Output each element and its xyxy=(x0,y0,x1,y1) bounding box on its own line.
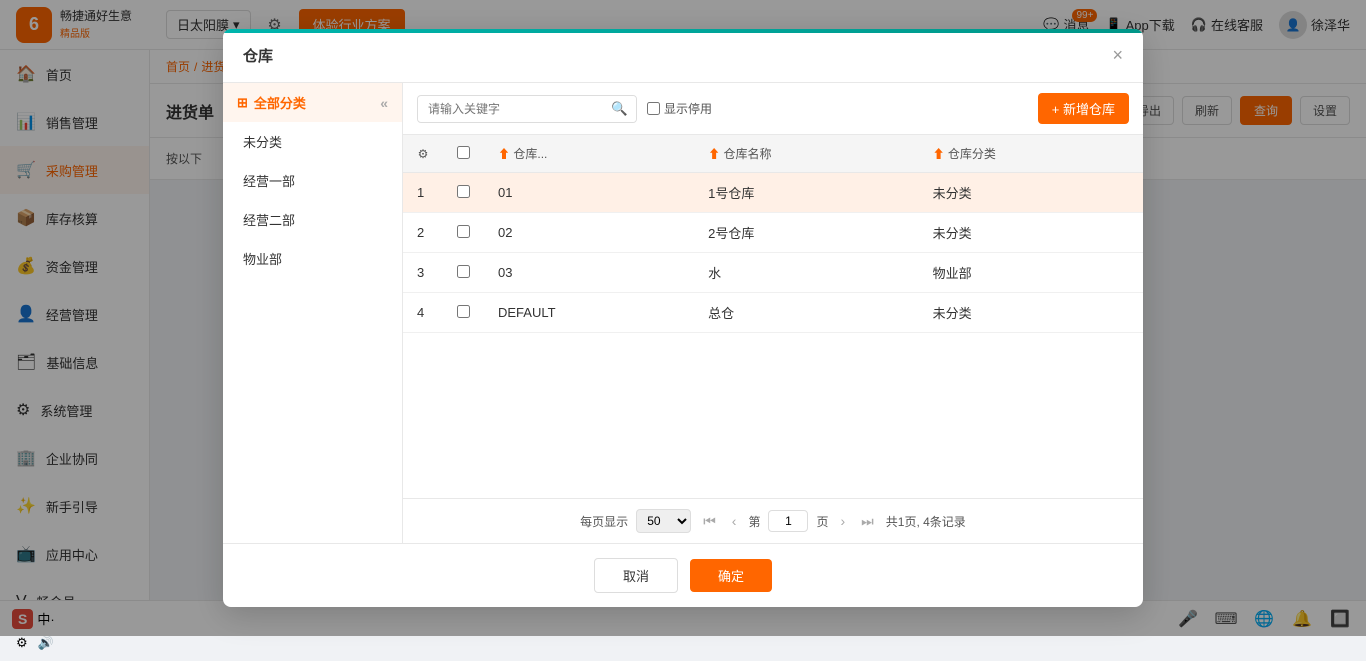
category-item-property[interactable]: 物业部 xyxy=(223,239,402,278)
search-input[interactable] xyxy=(418,97,603,121)
next-page-btn[interactable]: › xyxy=(837,511,850,531)
row-category: 未分类 xyxy=(919,173,1143,213)
th-code: ⬆ 仓库... xyxy=(484,135,694,173)
data-table: ⚙ ⬆ 仓库... ⬆ 仓库名称 xyxy=(403,135,1143,333)
cancel-button[interactable]: 取消 xyxy=(594,558,678,593)
teal-bar xyxy=(223,29,1143,33)
category-item-ops1[interactable]: 经营一部 xyxy=(223,161,402,200)
row-category: 物业部 xyxy=(919,253,1143,293)
close-icon[interactable]: × xyxy=(1112,45,1123,66)
table-row[interactable]: 2 02 2号仓库 未分类 xyxy=(403,213,1143,253)
prev-page-btn[interactable]: ‹ xyxy=(728,511,741,531)
row-no: 1 xyxy=(403,173,443,213)
warehouse-table: ⚙ ⬆ 仓库... ⬆ 仓库名称 xyxy=(403,135,1143,498)
total-text: 共1页, 4条记录 xyxy=(886,513,966,530)
th-gear: ⚙ xyxy=(403,135,443,173)
row-no: 2 xyxy=(403,213,443,253)
table-header-row: ⚙ ⬆ 仓库... ⬆ 仓库名称 xyxy=(403,135,1143,173)
sort-icon-cat: ⬆ xyxy=(933,147,945,161)
row-code: 03 xyxy=(484,253,694,293)
dialog-body: ⊞ 全部分类 « 未分类 经营一部 经营二部 物业部 xyxy=(223,83,1143,543)
row-no: 4 xyxy=(403,293,443,333)
last-page-btn[interactable]: ⏭ xyxy=(857,511,878,532)
row-category: 未分类 xyxy=(919,293,1143,333)
show-disabled-checkbox[interactable] xyxy=(647,102,660,115)
row-name: 1号仓库 xyxy=(694,173,918,213)
category-item-ops2[interactable]: 经营二部 xyxy=(223,200,402,239)
table-row[interactable]: 1 01 1号仓库 未分类 xyxy=(403,173,1143,213)
category-panel: ⊞ 全部分类 « 未分类 经营一部 经营二部 物业部 xyxy=(223,83,403,543)
per-page-label: 每页显示 xyxy=(580,513,628,530)
speaker-icon[interactable]: 🔊 xyxy=(38,635,54,651)
th-check xyxy=(443,135,484,173)
warehouse-dialog: 仓库 × ⊞ 全部分类 « 未分类 经营一部 xyxy=(223,29,1143,607)
row-name: 总仓 xyxy=(694,293,918,333)
row-category: 未分类 xyxy=(919,213,1143,253)
row-check xyxy=(443,173,484,213)
row-code: 02 xyxy=(484,213,694,253)
dialog-title: 仓库 xyxy=(243,45,273,66)
settings-bottom-icon[interactable]: ⚙ xyxy=(16,635,28,651)
page-input[interactable] xyxy=(768,510,808,532)
table-searchbar: 🔍 显示停用 + 新增仓库 xyxy=(403,83,1143,135)
table-panel: 🔍 显示停用 + 新增仓库 ⚙ xyxy=(403,83,1143,543)
dialog-header: 仓库 × xyxy=(223,29,1143,83)
row-check xyxy=(443,293,484,333)
search-icon-button[interactable]: 🔍 xyxy=(603,96,636,122)
category-item-unclassified[interactable]: 未分类 xyxy=(223,122,402,161)
table-row[interactable]: 4 DEFAULT 总仓 未分类 xyxy=(403,293,1143,333)
collapse-icon[interactable]: « xyxy=(380,95,388,111)
per-page-select[interactable]: 50 100 200 xyxy=(636,509,691,533)
row-check xyxy=(443,213,484,253)
row-code: 01 xyxy=(484,173,694,213)
sort-icon-name: ⬆ xyxy=(708,147,720,161)
show-disabled-label[interactable]: 显示停用 xyxy=(647,100,712,117)
row-check xyxy=(443,253,484,293)
dialog-overlay: 仓库 × ⊞ 全部分类 « 未分类 经营一部 xyxy=(0,0,1366,636)
row-name: 2号仓库 xyxy=(694,213,918,253)
confirm-button[interactable]: 确定 xyxy=(690,559,772,592)
grid-icon: ⊞ xyxy=(237,95,248,111)
th-category: ⬆ 仓库分类 xyxy=(919,135,1143,173)
add-warehouse-button[interactable]: + 新增仓库 xyxy=(1038,93,1129,124)
row-name: 水 xyxy=(694,253,918,293)
select-all-checkbox[interactable] xyxy=(457,146,470,159)
dialog-footer: 取消 确定 xyxy=(223,543,1143,607)
row-code: DEFAULT xyxy=(484,293,694,333)
search-box: 🔍 xyxy=(417,95,637,123)
page-unit: 页 xyxy=(816,513,828,530)
first-page-btn[interactable]: ⏮ xyxy=(699,511,720,532)
pagination: 每页显示 50 100 200 ⏮ ‹ 第 页 › ⏭ 共1页, 4条记录 xyxy=(403,498,1143,543)
row-no: 3 xyxy=(403,253,443,293)
sort-icon-code: ⬆ xyxy=(498,147,510,161)
page-label: 第 xyxy=(748,513,760,530)
all-category-header[interactable]: ⊞ 全部分类 « xyxy=(223,83,402,122)
th-name: ⬆ 仓库名称 xyxy=(694,135,918,173)
table-row[interactable]: 3 03 水 物业部 xyxy=(403,253,1143,293)
